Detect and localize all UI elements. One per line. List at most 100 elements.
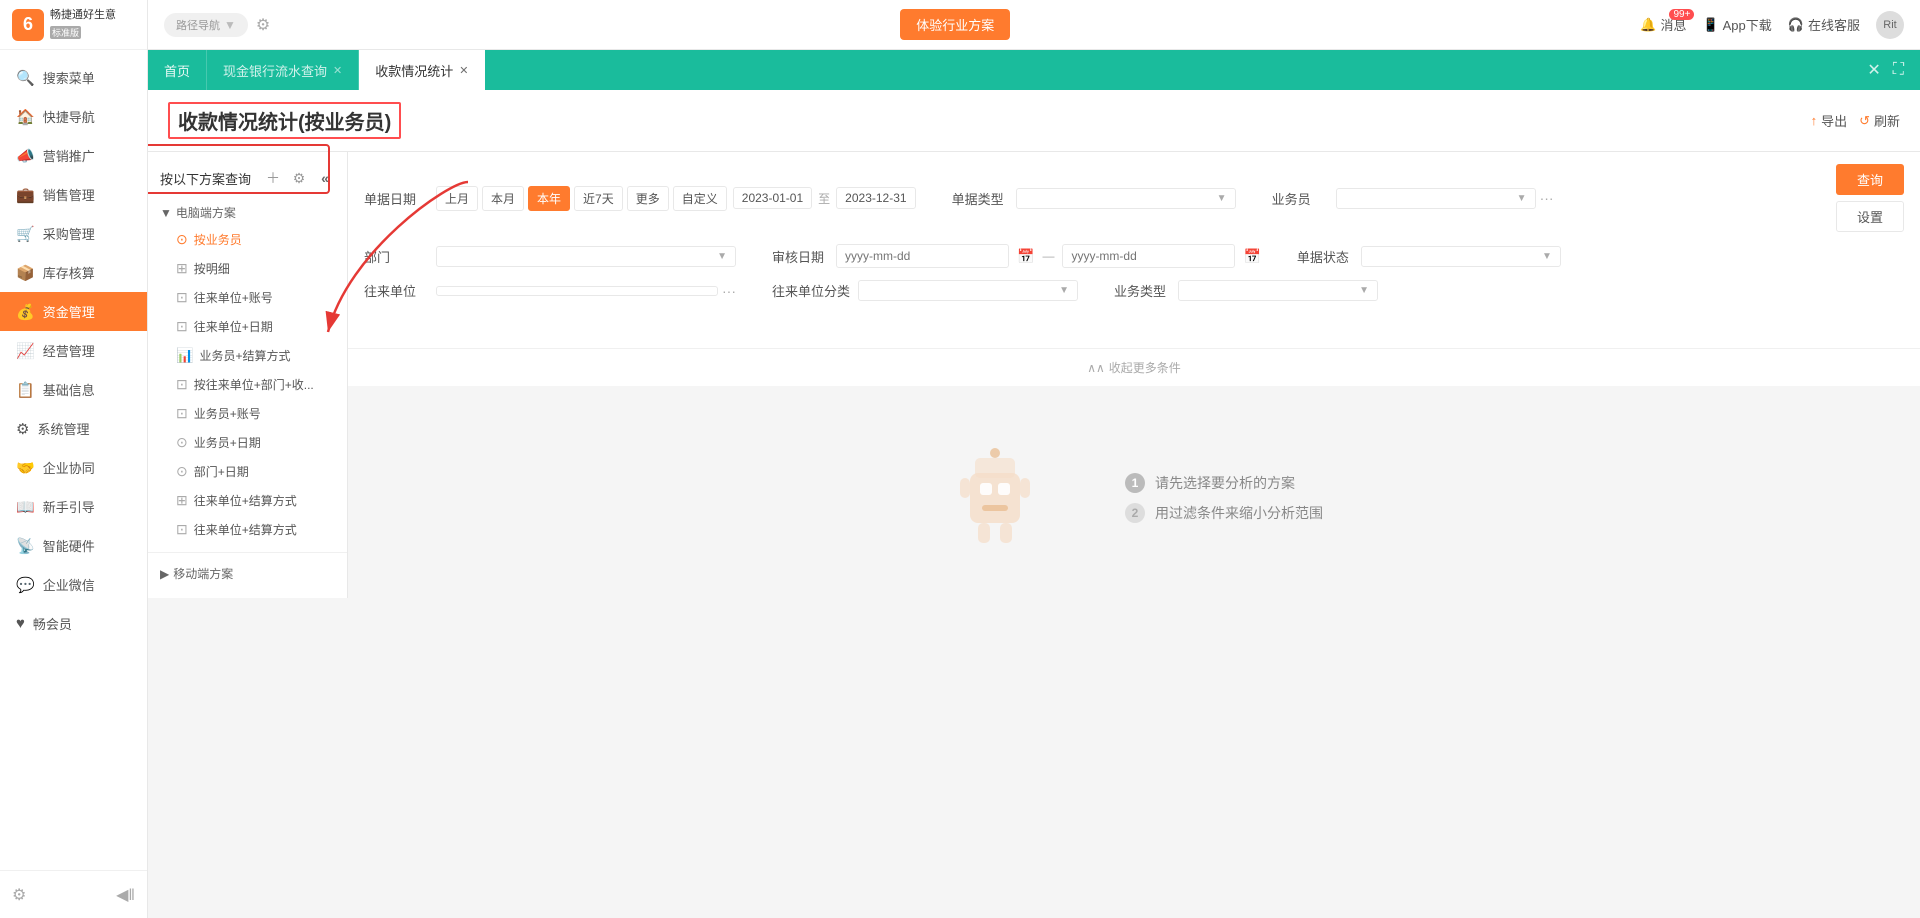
sidebar-item-basic-info[interactable]: 📋 基础信息 [0,370,147,409]
counterpart-select[interactable] [436,286,718,296]
date-btn-more[interactable]: 更多 [627,186,669,211]
biz-type-select[interactable]: ▼ [1178,280,1378,301]
date-btn-last-month[interactable]: 上月 [436,186,478,211]
voucher-status-select[interactable]: ▼ [1361,246,1561,267]
user-area[interactable]: Rit [1876,11,1904,39]
sidebar-item-sales[interactable]: 💼 销售管理 [0,175,147,214]
voucher-status-field: 单据状态 ▼ [1297,246,1561,267]
sidebar-item-quick-nav[interactable]: 🏠 快捷导航 [0,97,147,136]
trial-btn[interactable]: 体验行业方案 [900,9,1010,40]
date-separator: 至 [818,190,830,207]
review-date-to-input[interactable] [1062,244,1235,268]
date-btn-this-year[interactable]: 本年 [528,186,570,211]
online-service-btn[interactable]: 🎧 在线客服 [1788,15,1860,34]
scheme-item-salesman-settlement[interactable]: 📊 业务员+结算方式 [148,341,347,370]
enterprise-icon: 🤝 [16,459,35,477]
operations-icon: 📈 [16,342,35,360]
review-date-separator: — [1042,249,1054,263]
tab-close-all-btn[interactable]: ✕ [1867,60,1880,80]
scheme-item-salesman-account[interactable]: ⊡ 业务员+账号 [148,399,347,428]
service-icon: 🎧 [1788,17,1804,33]
counterpart-type-field: 往来单位分类 ▼ [772,280,1078,301]
filter-area: 按以下方案查询 ＋ ⚙ « [148,152,1920,598]
calendar-to-icon[interactable]: 📅 [1243,248,1260,265]
section-divider [148,552,347,553]
sidebar-item-system[interactable]: ⚙ 系统管理 [0,409,147,448]
scheme-item-counterpart-account[interactable]: ⊡ 往来单位+账号 [148,283,347,312]
review-date-label: 审核日期 [772,247,828,266]
tab-bank-flow-label: 现金银行流水查询 [223,61,327,80]
collapse-more-bar[interactable]: ∧∧ 收起更多条件 [348,348,1920,386]
app-download-label: App下载 [1723,15,1772,34]
sidebar-item-enterprise[interactable]: 🤝 企业协同 [0,448,147,487]
scheme-item-by-salesman[interactable]: ⊙ 按业务员 [148,225,347,254]
tab-home[interactable]: 首页 [148,50,207,90]
sidebar-item-operations[interactable]: 📈 经营管理 [0,331,147,370]
tab-receipts-stat-close[interactable]: ✕ [459,64,468,77]
scheme-item-label: 往来单位+结算方式 [194,492,297,509]
scheme-item-counterpart-dept-recv[interactable]: ⊡ 按往来单位+部门+收... [148,370,347,399]
counterpart-type-select[interactable]: ▼ [858,280,1078,301]
voucher-status-label: 单据状态 [1297,247,1353,266]
settings-btn[interactable]: 设置 [1836,201,1904,232]
messages-btn[interactable]: 🔔 消息 99+ [1640,15,1686,34]
smart-hw-icon: 📡 [16,537,35,555]
sidebar-item-purchase[interactable]: 🛒 采购管理 [0,214,147,253]
sidebar-item-wechat[interactable]: 💬 企业微信 [0,565,147,604]
voucher-type-select[interactable]: ▼ [1016,188,1236,209]
counterpart-more-btn[interactable]: ··· [722,283,736,299]
sidebar-item-finance[interactable]: 💰 资金管理 [0,292,147,331]
salesman-select[interactable]: ▼ [1336,188,1536,209]
scheme-item-by-detail[interactable]: ⊞ 按明细 [148,254,347,283]
tab-bank-flow-close[interactable]: ✕ [333,64,342,77]
counterpart-account-icon: ⊡ [176,289,188,306]
sidebar-item-label: 系统管理 [37,419,89,438]
sidebar-item-marketing[interactable]: 📣 营销推广 [0,136,147,175]
salesman-more-btn[interactable]: ··· [1540,190,1554,206]
mobile-section-title[interactable]: ▶ 移动端方案 [148,561,347,586]
tab-bank-flow[interactable]: 现金银行流水查询 ✕ [207,50,359,90]
scheme-add-btn[interactable]: ＋ [263,168,283,188]
date-from[interactable]: 2023-01-01 [733,187,812,209]
scheme-settings-btn[interactable]: ⚙ [289,168,309,188]
sidebar-item-search-menu[interactable]: 🔍 搜索菜单 [0,58,147,97]
settings-footer-btn[interactable]: ⚙ [12,885,26,905]
sidebar-item-smart-hw[interactable]: 📡 智能硬件 [0,526,147,565]
counterpart-date-icon: ⊡ [176,318,188,335]
refresh-btn[interactable]: ↺ 刷新 [1859,111,1900,130]
tab-bar: 首页 现金银行流水查询 ✕ 收款情况统计 ✕ ✕ ⛶ [148,50,1920,90]
tab-expand-btn[interactable]: ⛶ [1893,61,1904,79]
pc-section-title[interactable]: ▼ 电脑端方案 [148,200,347,225]
salesman-input-group: ▼ ··· [1336,188,1554,209]
bell-icon: 🔔 [1640,17,1656,33]
settings-icon-header[interactable]: ⚙ [256,15,270,35]
date-btn-custom[interactable]: 自定义 [673,186,727,211]
scheme-item-counterpart-settlement2[interactable]: ⊡ 往来单位+结算方式 [148,515,347,544]
review-date-from-input[interactable] [836,244,1009,268]
scheme-collapse-btn[interactable]: « [315,168,335,188]
collapse-sidebar-btn[interactable]: ◀‖ [116,885,135,905]
scheme-item-salesman-date[interactable]: ⊙ 业务员+日期 [148,428,347,457]
header-right: 🔔 消息 99+ 📱 App下载 🎧 在线客服 Rit [1640,11,1904,39]
date-to[interactable]: 2023-12-31 [836,187,915,209]
sidebar-item-guide[interactable]: 📖 新手引导 [0,487,147,526]
sidebar-item-vip[interactable]: ♥ 畅会员 [0,604,147,643]
query-btn[interactable]: 查询 [1836,164,1904,195]
empty-wrapper: 1 请先选择要分析的方案 2 用过滤条件来缩小分析范围 [945,438,1323,558]
date-btn-7days[interactable]: 近7天 [574,186,623,211]
collapse-icon: « [321,170,329,186]
scheme-item-counterpart-date[interactable]: ⊡ 往来单位+日期 [148,312,347,341]
calendar-from-icon[interactable]: 📅 [1017,248,1034,265]
tab-receipts-stat[interactable]: 收款情况统计 ✕ [359,50,485,90]
tab-right-actions: ✕ ⛶ [1867,60,1920,80]
scheme-item-counterpart-settlement1[interactable]: ⊞ 往来单位+结算方式 [148,486,347,515]
voucher-type-arrow-icon: ▼ [1217,193,1227,204]
sidebar-item-inventory[interactable]: 📦 库存核算 [0,253,147,292]
dept-select[interactable]: ▼ [436,246,736,267]
vip-icon: ♥ [16,615,25,632]
scheme-item-dept-date[interactable]: ⊙ 部门+日期 [148,457,347,486]
export-btn[interactable]: ↑ 导出 [1811,111,1848,130]
date-btn-this-month[interactable]: 本月 [482,186,524,211]
app-download-btn[interactable]: 📱 App下载 [1702,15,1771,34]
voucher-type-field: 单据类型 ▼ [952,188,1236,209]
